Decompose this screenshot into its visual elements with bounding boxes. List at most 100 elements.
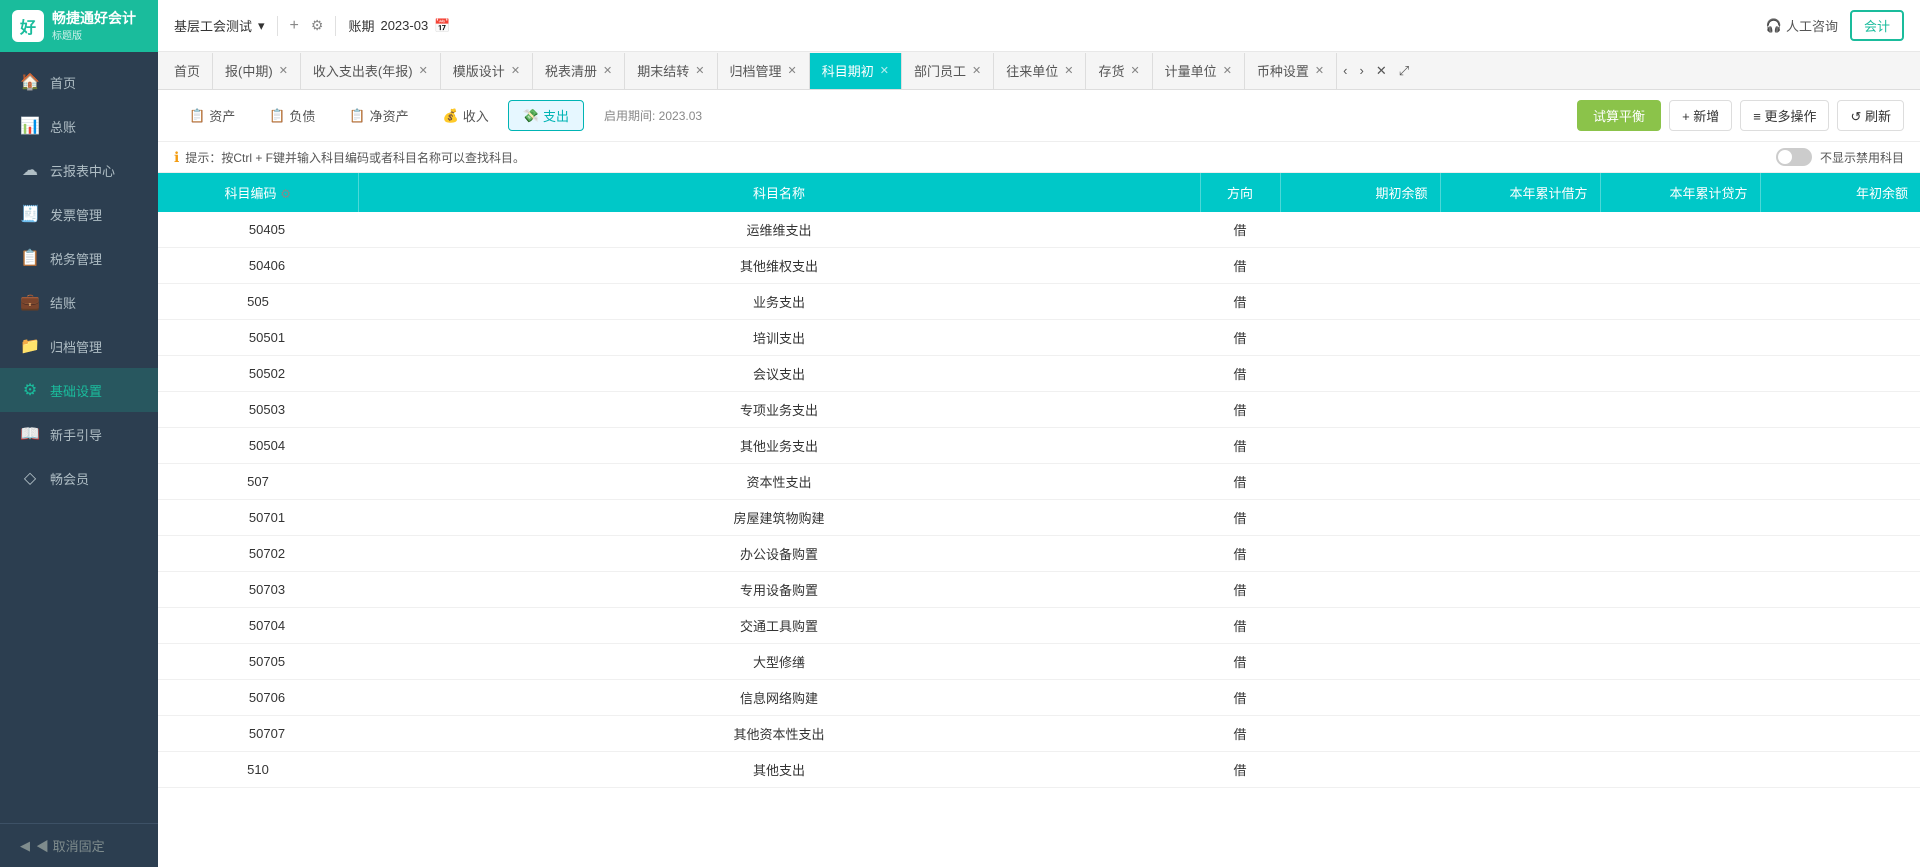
tab-close-icon[interactable]: ✕ (1315, 64, 1324, 77)
sidebar-item-settings[interactable]: ⚙ 基础设置 (0, 368, 158, 412)
tab-模版设计[interactable]: 模版设计✕ (441, 53, 533, 89)
headset-icon: 🎧 (1766, 18, 1782, 34)
cell-ytd-debit (1440, 752, 1600, 788)
notice-text: 提示：按Ctrl + F键并输入科目编码或者科目名称可以查找科目。 (185, 149, 525, 166)
more-ops-btn[interactable]: ≡ 更多操作 (1740, 100, 1829, 131)
table-row[interactable]: 50703 专用设备购置 借 (158, 572, 1920, 608)
subtab-支出[interactable]: 💸 支出 (508, 100, 584, 131)
sidebar-item-member[interactable]: ◇ 畅会员 (0, 456, 158, 500)
tab-prev-btn[interactable]: ‹ (1337, 53, 1353, 89)
gear-icon[interactable]: ⚙ (280, 187, 291, 201)
period-calendar-icon[interactable]: 📅 (434, 18, 450, 34)
ledger-icon: 📊 (20, 116, 40, 136)
table-row[interactable]: 507 资本性支出 借 (158, 464, 1920, 500)
home-icon: 🏠 (20, 72, 40, 92)
subtab-负债[interactable]: 📋 负债 (254, 100, 330, 131)
sidebar-item-invoice[interactable]: 🧾 发票管理 (0, 192, 158, 236)
sidebar-item-home[interactable]: 🏠 首页 (0, 60, 158, 104)
cell-year-balance (1760, 212, 1920, 248)
add-btn[interactable]: + 新增 (1669, 100, 1732, 131)
show-disabled-toggle[interactable] (1776, 148, 1812, 166)
tab-税表清册[interactable]: 税表清册✕ (533, 53, 625, 89)
table-row[interactable]: 510 其他支出 借 (158, 752, 1920, 788)
table-row[interactable]: 50707 其他资本性支出 借 (158, 716, 1920, 752)
refresh-btn[interactable]: ↺ 刷新 (1837, 100, 1904, 131)
tab-close-icon[interactable]: ✕ (1064, 64, 1073, 77)
tab-close-all-btn[interactable]: ✕ (1370, 53, 1393, 89)
cell-name: 房屋建筑物购建 (358, 500, 1200, 536)
table-row[interactable]: 50501 培训支出 借 (158, 320, 1920, 356)
tab-存货[interactable]: 存货✕ (1086, 53, 1152, 89)
table-row[interactable]: 50502 会议支出 借 (158, 356, 1920, 392)
cell-code: 505 (158, 284, 358, 320)
tab-close-icon[interactable]: ✕ (1223, 64, 1232, 77)
sidebar-item-archive[interactable]: 📁 归档管理 (0, 324, 158, 368)
sidebar-item-tax[interactable]: 📋 税务管理 (0, 236, 158, 280)
sidebar-nav: 🏠 首页 📊 总账 ☁ 云报表中心 🧾 发票管理 📋 税务管理 💼 结账 📁 归… (0, 52, 158, 823)
tab-币种设置[interactable]: 币种设置✕ (1245, 53, 1337, 89)
subtab-净资产[interactable]: 📋 净资产 (334, 100, 423, 131)
tab-close-icon[interactable]: ✕ (788, 64, 797, 77)
tab-close-icon[interactable]: ✕ (1130, 64, 1139, 77)
sidebar-collapse-btn[interactable]: ◀ ◀ 取消固定 (0, 823, 158, 867)
cell-direction: 借 (1200, 572, 1280, 608)
table-row[interactable]: 50704 交通工具购置 借 (158, 608, 1920, 644)
tab-往来单位[interactable]: 往来单位✕ (994, 53, 1086, 89)
table-row[interactable]: 50405 运维维支出 借 (158, 212, 1920, 248)
cell-ytd-credit (1600, 536, 1760, 572)
cell-balance (1280, 536, 1440, 572)
cell-year-balance (1760, 248, 1920, 284)
tab-计量单位[interactable]: 计量单位✕ (1153, 53, 1245, 89)
help-btn[interactable]: 🎧 人工咨询 (1766, 16, 1838, 35)
tab-科目期初[interactable]: 科目期初✕ (810, 53, 902, 89)
table-row[interactable]: 50504 其他业务支出 借 (158, 428, 1920, 464)
calc-balance-btn[interactable]: 试算平衡 (1577, 100, 1661, 131)
tab-next-btn[interactable]: › (1353, 53, 1369, 89)
table-row[interactable]: 50406 其他维权支出 借 (158, 248, 1920, 284)
table-row[interactable]: 50705 大型修缮 借 (158, 644, 1920, 680)
tab-部门员工[interactable]: 部门员工✕ (902, 53, 994, 89)
account-btn[interactable]: 会计 (1850, 10, 1904, 41)
subtab-收入[interactable]: 💰 收入 (428, 100, 504, 131)
settlement-icon: 💼 (20, 292, 40, 312)
table-row[interactable]: 50503 专项业务支出 借 (158, 392, 1920, 428)
tab-close-icon[interactable]: ✕ (880, 64, 889, 77)
cell-ytd-credit (1600, 356, 1760, 392)
cell-ytd-credit (1600, 212, 1760, 248)
cell-ytd-credit (1600, 716, 1760, 752)
cell-balance (1280, 248, 1440, 284)
cell-year-balance (1760, 320, 1920, 356)
cell-year-balance (1760, 752, 1920, 788)
subtab-资产[interactable]: 📋 资产 (174, 100, 250, 131)
sidebar-item-guide[interactable]: 📖 新手引导 (0, 412, 158, 456)
table-row[interactable]: 505 业务支出 借 (158, 284, 1920, 320)
logo-title: 畅捷通好会计 (52, 10, 136, 27)
logo-icon: 好 (12, 10, 44, 42)
tab-close-icon[interactable]: ✕ (511, 64, 520, 77)
tab-首页[interactable]: 首页 (162, 53, 213, 89)
tab-close-icon[interactable]: ✕ (695, 64, 704, 77)
table-row[interactable]: 50706 信息网络购建 借 (158, 680, 1920, 716)
project-selector[interactable]: 基层工会测试 ▾ (174, 16, 265, 35)
cell-name: 运维维支出 (358, 212, 1200, 248)
tab-close-icon[interactable]: ✕ (279, 64, 288, 77)
table-row[interactable]: 50701 房屋建筑物购建 借 (158, 500, 1920, 536)
sidebar-item-settlement[interactable]: 💼 结账 (0, 280, 158, 324)
cell-balance (1280, 284, 1440, 320)
tab-expand-btn[interactable]: ⤢ (1393, 53, 1415, 89)
workspace-settings-btn[interactable]: ⚙ (311, 17, 324, 34)
add-workspace-btn[interactable]: + (290, 17, 299, 35)
tab-close-icon[interactable]: ✕ (603, 64, 612, 77)
sidebar-item-reports[interactable]: ☁ 云报表中心 (0, 148, 158, 192)
subtab-icon-支出: 💸 (523, 108, 539, 124)
tab-归档管理[interactable]: 归档管理✕ (718, 53, 810, 89)
table-row[interactable]: 50702 办公设备购置 借 (158, 536, 1920, 572)
tab-close-icon[interactable]: ✕ (972, 64, 981, 77)
tab-close-icon[interactable]: ✕ (419, 64, 428, 77)
sidebar-item-ledger[interactable]: 📊 总账 (0, 104, 158, 148)
tab-收入支出表年报[interactable]: 收入支出表(年报)✕ (301, 53, 441, 89)
tax-label: 税务管理 (50, 249, 102, 268)
tab-报中期[interactable]: 报(中期)✕ (213, 53, 301, 89)
tab-期末结转[interactable]: 期末结转✕ (625, 53, 717, 89)
project-dropdown-icon[interactable]: ▾ (258, 18, 265, 34)
